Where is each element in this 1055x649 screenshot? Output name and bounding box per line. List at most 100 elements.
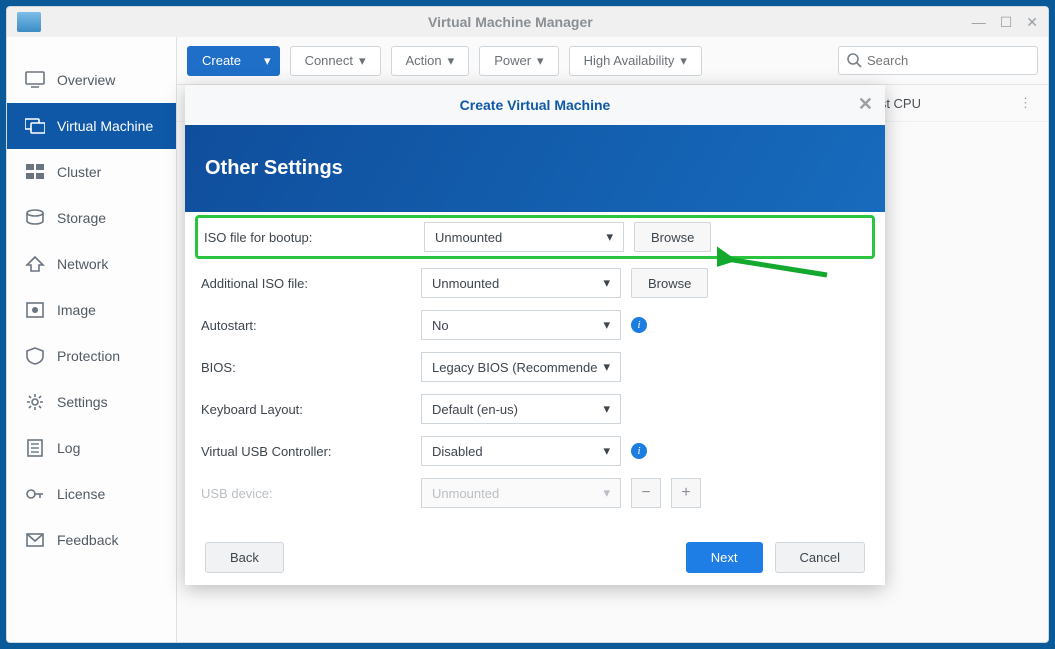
maximize-icon[interactable]: ☐ — [1000, 14, 1013, 31]
license-icon — [25, 485, 45, 503]
sidebar-item-feedback[interactable]: Feedback — [7, 517, 176, 563]
select-additional-iso[interactable]: Unmounted ▾ — [421, 268, 621, 298]
select-value: Default (en-us) — [432, 402, 518, 417]
info-icon[interactable]: i — [631, 317, 647, 333]
sidebar-item-label: License — [57, 486, 105, 502]
row-usb-controller: Virtual USB Controller: Disabled ▾ i — [201, 430, 869, 472]
sidebar-item-license[interactable]: License — [7, 471, 176, 517]
chevron-down-icon: ▾ — [603, 275, 610, 291]
window-title: Virtual Machine Manager — [49, 14, 972, 30]
select-usb-controller[interactable]: Disabled ▾ — [421, 436, 621, 466]
network-icon — [25, 255, 45, 273]
titlebar: Virtual Machine Manager — ☐ ✕ — [7, 7, 1048, 37]
label-usb-controller: Virtual USB Controller: — [201, 444, 411, 459]
label-keyboard: Keyboard Layout: — [201, 402, 411, 417]
row-keyboard: Keyboard Layout: Default (en-us) ▾ — [201, 388, 869, 430]
sidebar-item-settings[interactable]: Settings — [7, 379, 176, 425]
chevron-down-icon: ▾ — [603, 359, 610, 375]
sidebar-item-label: Image — [57, 302, 96, 318]
search-input[interactable] — [838, 46, 1038, 75]
ha-button[interactable]: High Availability ▾ — [569, 46, 702, 76]
protection-icon — [25, 347, 45, 365]
sidebar-item-label: Settings — [57, 394, 108, 410]
back-button[interactable]: Back — [205, 542, 284, 573]
action-button-label: Action — [406, 53, 442, 68]
select-bios[interactable]: Legacy BIOS (Recommende ▾ — [421, 352, 621, 382]
power-button[interactable]: Power ▾ — [479, 46, 558, 76]
modal-title-text: Create Virtual Machine — [460, 97, 611, 113]
sidebar-item-label: Feedback — [57, 532, 118, 548]
chevron-down-icon: ▾ — [603, 443, 610, 459]
chevron-down-icon: ▾ — [603, 317, 610, 333]
gear-icon — [25, 393, 45, 411]
storage-icon — [25, 209, 45, 227]
label-usb-device: USB device: — [201, 486, 411, 501]
browse-additional-iso-button[interactable]: Browse — [631, 268, 708, 298]
create-vm-modal: Create Virtual Machine ✕ Other Settings … — [185, 85, 885, 585]
create-button-group: Create ▾ — [187, 46, 280, 76]
sidebar-item-label: Cluster — [57, 164, 101, 180]
label-additional-iso: Additional ISO file: — [201, 276, 411, 291]
vm-icon — [25, 117, 45, 135]
sidebar-item-label: Storage — [57, 210, 106, 226]
sidebar-item-label: Virtual Machine — [57, 118, 153, 134]
chevron-down-icon: ▾ — [603, 401, 610, 417]
sidebar-item-log[interactable]: Log — [7, 425, 176, 471]
toolbar: Create ▾ Connect ▾ Action ▾ Power ▾ High… — [177, 37, 1048, 85]
select-value: Unmounted — [435, 230, 502, 245]
select-usb-device: Unmounted ▾ — [421, 478, 621, 508]
info-icon[interactable]: i — [631, 443, 647, 459]
chevron-down-icon: ▾ — [448, 53, 455, 69]
connect-button-label: Connect — [305, 53, 353, 68]
column-menu-icon[interactable]: ⋮ — [1019, 95, 1032, 111]
cancel-button[interactable]: Cancel — [775, 542, 865, 573]
close-window-icon[interactable]: ✕ — [1026, 14, 1038, 31]
select-keyboard[interactable]: Default (en-us) ▾ — [421, 394, 621, 424]
overview-icon — [25, 71, 45, 89]
browse-iso-bootup-button[interactable]: Browse — [634, 222, 711, 252]
sidebar-item-overview[interactable]: Overview — [7, 57, 176, 103]
row-autostart: Autostart: No ▾ i — [201, 304, 869, 346]
row-usb-device: USB device: Unmounted ▾ − + — [201, 472, 869, 514]
search-wrap — [838, 46, 1038, 75]
sidebar-item-label: Log — [57, 440, 80, 456]
label-iso-bootup: ISO file for bootup: — [204, 230, 414, 245]
minimize-icon[interactable]: — — [972, 14, 986, 31]
app-icon — [17, 12, 41, 32]
sidebar-item-label: Protection — [57, 348, 120, 364]
sidebar-item-image[interactable]: Image — [7, 287, 176, 333]
action-button[interactable]: Action ▾ — [391, 46, 470, 76]
close-icon[interactable]: ✕ — [858, 94, 873, 115]
select-iso-bootup[interactable]: Unmounted ▾ — [424, 222, 624, 252]
connect-button[interactable]: Connect ▾ — [290, 46, 381, 76]
sidebar-item-virtual-machine[interactable]: Virtual Machine — [7, 103, 176, 149]
add-usb-button[interactable]: + — [671, 478, 701, 508]
select-value: Legacy BIOS (Recommende — [432, 360, 597, 375]
sidebar-item-network[interactable]: Network — [7, 241, 176, 287]
sidebar-item-protection[interactable]: Protection — [7, 333, 176, 379]
create-button-label: Create — [202, 53, 241, 68]
chevron-down-icon: ▾ — [603, 485, 610, 501]
sidebar-item-storage[interactable]: Storage — [7, 195, 176, 241]
modal-banner-title: Other Settings — [205, 157, 865, 180]
select-autostart[interactable]: No ▾ — [421, 310, 621, 340]
window-controls: — ☐ ✕ — [972, 14, 1038, 31]
row-bios: BIOS: Legacy BIOS (Recommende ▾ — [201, 346, 869, 388]
select-value: No — [432, 318, 449, 333]
create-button[interactable]: Create — [187, 46, 256, 76]
modal-footer: Back Next Cancel — [185, 530, 885, 585]
row-iso-bootup: ISO file for bootup: Unmounted ▾ Browse — [195, 215, 875, 259]
label-autostart: Autostart: — [201, 318, 411, 333]
sidebar-item-cluster[interactable]: Cluster — [7, 149, 176, 195]
ha-button-label: High Availability — [584, 53, 675, 68]
next-button[interactable]: Next — [686, 542, 763, 573]
select-value: Unmounted — [432, 486, 499, 501]
remove-usb-button[interactable]: − — [631, 478, 661, 508]
search-icon — [846, 52, 862, 68]
log-icon — [25, 439, 45, 457]
app-window: Virtual Machine Manager — ☐ ✕ Overview V… — [6, 6, 1049, 643]
create-dropdown-caret[interactable]: ▾ — [256, 46, 280, 76]
sidebar: Overview Virtual Machine Cluster Storage… — [7, 37, 177, 642]
chevron-down-icon: ▾ — [680, 53, 687, 69]
image-icon — [25, 301, 45, 319]
